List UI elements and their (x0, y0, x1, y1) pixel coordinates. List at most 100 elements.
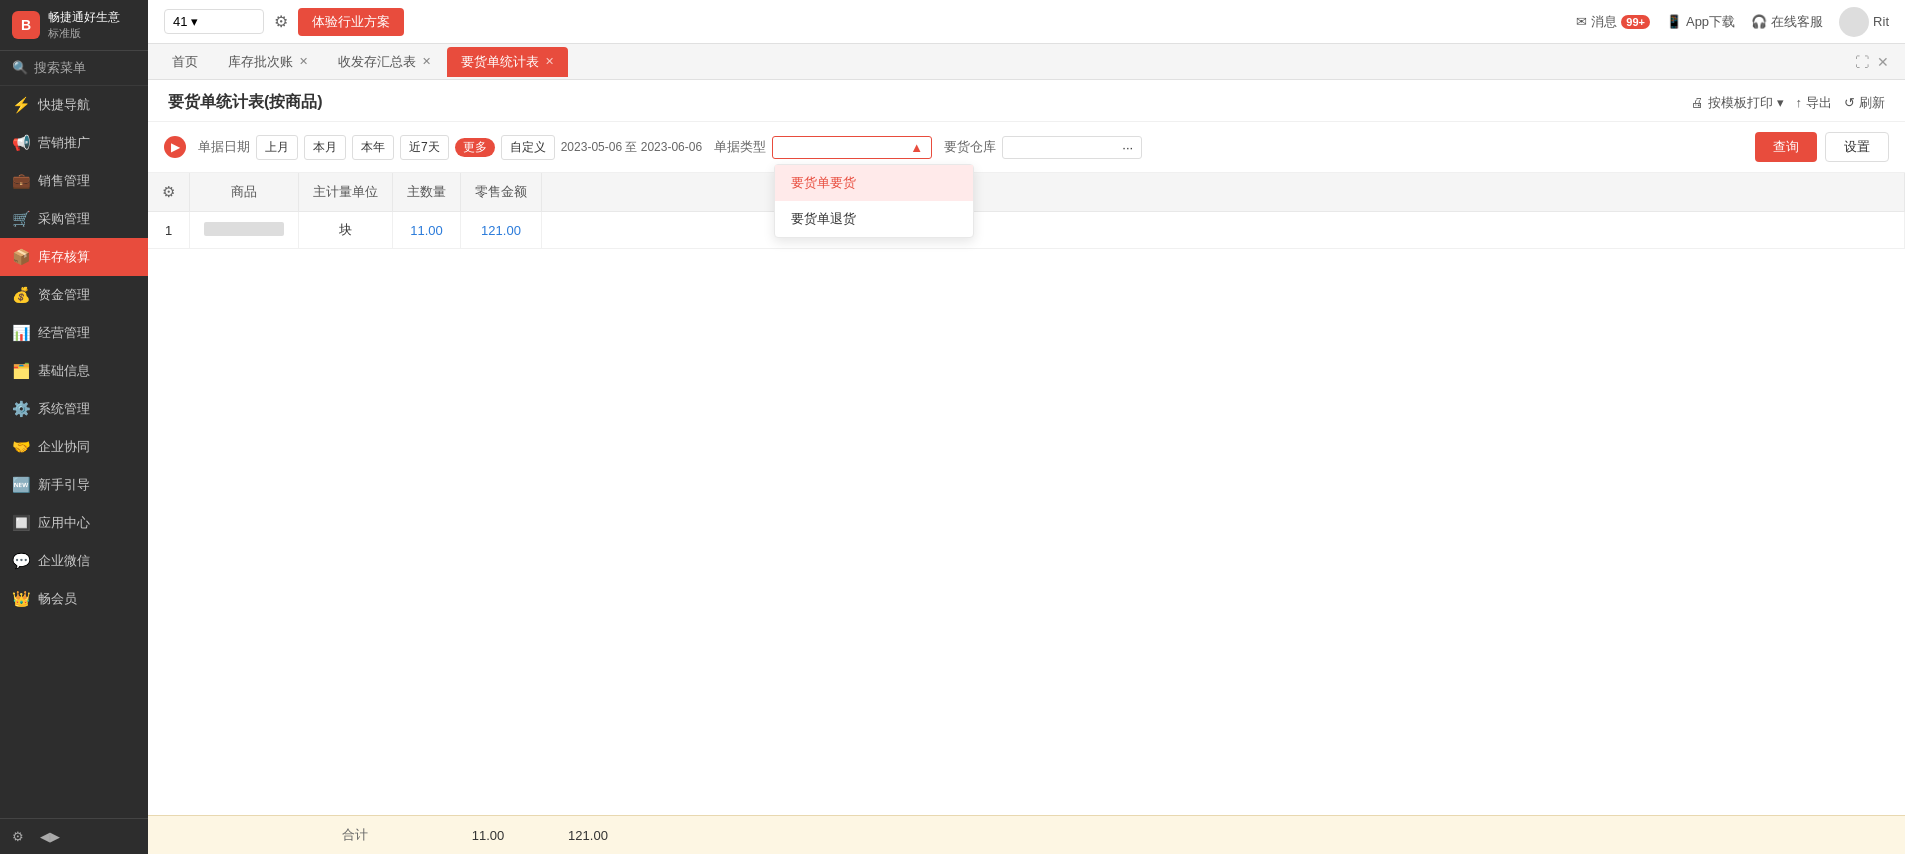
tab-expand-btn[interactable]: ⛶ ✕ (1849, 50, 1895, 74)
sidebar-item-finance[interactable]: 💰 资金管理 (0, 276, 148, 314)
warehouse-select[interactable]: ··· (1002, 136, 1142, 159)
trial-btn[interactable]: 体验行业方案 (298, 8, 404, 36)
row-unit: 块 (299, 212, 393, 249)
logo-icon: B (12, 11, 40, 39)
sidebar-item-member[interactable]: 👑 畅会员 (0, 580, 148, 618)
query-btn[interactable]: 查询 (1755, 132, 1817, 162)
search-icon: 🔍 (12, 60, 28, 75)
data-table: ⚙ 商品 主计量单位 主数量 零售金额 1 (148, 173, 1905, 249)
tab-receive-summary[interactable]: 收发存汇总表 ✕ (324, 47, 445, 77)
sidebar-item-appcenter[interactable]: 🔲 应用中心 (0, 504, 148, 542)
close-all-icon: ✕ (1877, 54, 1889, 70)
enterprise-icon: 🤝 (12, 438, 30, 456)
messages-btn[interactable]: ✉ 消息 99+ (1576, 13, 1650, 31)
sidebar-item-label: 新手引导 (38, 476, 90, 494)
page-title: 要货单统计表(按商品) (168, 92, 323, 113)
dropdown-item-purchase[interactable]: 要货单要货 (775, 165, 973, 201)
sidebar-item-label: 系统管理 (38, 400, 90, 418)
last7-btn[interactable]: 近7天 (400, 135, 449, 160)
sidebar-nav: ⚡ 快捷导航 📢 营销推广 💼 销售管理 🛒 采购管理 📦 库存核算 💰 资金管… (0, 86, 148, 818)
user-profile[interactable]: Rit (1839, 7, 1889, 37)
sidebar-item-system[interactable]: ⚙️ 系统管理 (0, 390, 148, 428)
row-num: 1 (148, 212, 190, 249)
operation-icon: 📊 (12, 324, 30, 342)
row-amount[interactable]: 121.00 (461, 212, 542, 249)
sales-icon: 💼 (12, 172, 30, 190)
sidebar-item-marketing[interactable]: 📢 营销推广 (0, 124, 148, 162)
footer-amount: 121.00 (548, 828, 628, 843)
col-settings-icon[interactable]: ⚙ (162, 183, 175, 200)
sidebar-item-inventory[interactable]: 📦 库存核算 (0, 238, 148, 276)
sidebar-bottom: ⚙ ◀▶ (0, 818, 148, 854)
system-icon: ⚙️ (12, 400, 30, 418)
filter-expand-btn[interactable]: ▶ (164, 136, 186, 158)
sidebar-item-enterprise[interactable]: 🤝 企业协同 (0, 428, 148, 466)
appcenter-icon: 🔲 (12, 514, 30, 532)
sidebar-item-label: 销售管理 (38, 172, 90, 190)
col-settings-header[interactable]: ⚙ (148, 173, 190, 212)
col-quantity-header: 主数量 (393, 173, 461, 212)
sidebar-item-purchase[interactable]: 🛒 采购管理 (0, 200, 148, 238)
prev-month-btn[interactable]: 上月 (256, 135, 298, 160)
topbar: 41 ▾ ⚙ 体验行业方案 ✉ 消息 99+ 📱 App下载 🎧 在线客服 R (148, 0, 1905, 44)
logo-sub: 标准版 (48, 26, 120, 40)
sidebar-item-basic[interactable]: 🗂️ 基础信息 (0, 352, 148, 390)
headset-icon: 🎧 (1751, 14, 1767, 29)
warehouse-label: 要货仓库 (944, 138, 996, 156)
custom-date-btn[interactable]: 自定义 (501, 135, 555, 160)
online-service-btn[interactable]: 🎧 在线客服 (1751, 13, 1823, 31)
logo-text: 畅捷通好生意 标准版 (48, 10, 120, 40)
sidebar-item-label: 营销推广 (38, 134, 90, 152)
dropdown-item-return[interactable]: 要货单退货 (775, 201, 973, 237)
tab-order-label: 要货单统计表 (461, 53, 539, 71)
settings-bottom-btn[interactable]: ⚙ (12, 829, 24, 844)
settings-btn[interactable]: 设置 (1825, 132, 1889, 162)
table-footer: 合计 11.00 121.00 (148, 815, 1905, 854)
sidebar-item-sales[interactable]: 💼 销售管理 (0, 162, 148, 200)
tab-order-summary[interactable]: 要货单统计表 ✕ (447, 47, 568, 77)
topbar-gear-btn[interactable]: ⚙ (274, 12, 288, 31)
type-chevron-up: ▲ (910, 140, 923, 155)
refresh-btn[interactable]: ↺ 刷新 (1844, 94, 1885, 112)
maximize-icon: ⛶ (1855, 54, 1869, 70)
sidebar-item-shortcut[interactable]: ⚡ 快捷导航 (0, 86, 148, 124)
messages-label: 消息 (1591, 13, 1617, 31)
tab-batch-close[interactable]: ✕ (299, 55, 308, 68)
export-icon: ↑ (1796, 95, 1803, 110)
app-download-btn[interactable]: 📱 App下载 (1666, 13, 1735, 31)
tab-home-label: 首页 (172, 53, 198, 71)
sidebar-item-guide[interactable]: 🆕 新手引导 (0, 466, 148, 504)
cur-year-btn[interactable]: 本年 (352, 135, 394, 160)
messages-badge: 99+ (1621, 15, 1650, 29)
online-service-label: 在线客服 (1771, 13, 1823, 31)
more-date-btn[interactable]: 更多 (455, 138, 495, 157)
sidebar-item-label: 库存核算 (38, 248, 90, 266)
chevron-down-icon: ▾ (191, 14, 198, 29)
sidebar-item-operation[interactable]: 📊 经营管理 (0, 314, 148, 352)
export-btn[interactable]: ↑ 导出 (1796, 94, 1833, 112)
logo-name: 畅捷通好生意 (48, 10, 120, 26)
tab-batch-account[interactable]: 库存批次账 ✕ (214, 47, 322, 77)
sidebar-item-wecom[interactable]: 💬 企业微信 (0, 542, 148, 580)
tab-order-close[interactable]: ✕ (545, 55, 554, 68)
date-label: 单据日期 (198, 138, 250, 156)
tab-home[interactable]: 首页 (158, 47, 212, 77)
purchase-icon: 🛒 (12, 210, 30, 228)
collapse-btn[interactable]: ◀▶ (40, 829, 60, 844)
cur-month-btn[interactable]: 本月 (304, 135, 346, 160)
export-label: 导出 (1806, 94, 1832, 112)
avatar (1839, 7, 1869, 37)
sidebar-item-label: 基础信息 (38, 362, 90, 380)
warehouse-filter-group: 要货仓库 ··· (944, 136, 1142, 159)
inventory-icon: 📦 (12, 248, 30, 266)
sidebar: B 畅捷通好生意 标准版 🔍 搜索菜单 ⚡ 快捷导航 📢 营销推广 💼 销售管理… (0, 0, 148, 854)
row-quantity[interactable]: 11.00 (393, 212, 461, 249)
footer-label: 合计 (162, 826, 368, 844)
tab-receive-close[interactable]: ✕ (422, 55, 431, 68)
store-selector[interactable]: 41 ▾ (164, 9, 264, 34)
type-select[interactable]: ▲ (772, 136, 932, 159)
search-menu[interactable]: 🔍 搜索菜单 (0, 51, 148, 86)
type-dropdown: 要货单要货 要货单退货 (774, 164, 974, 238)
print-btn[interactable]: 🖨 按模板打印 ▾ (1691, 94, 1784, 112)
page-actions: 🖨 按模板打印 ▾ ↑ 导出 ↺ 刷新 (1691, 94, 1886, 112)
